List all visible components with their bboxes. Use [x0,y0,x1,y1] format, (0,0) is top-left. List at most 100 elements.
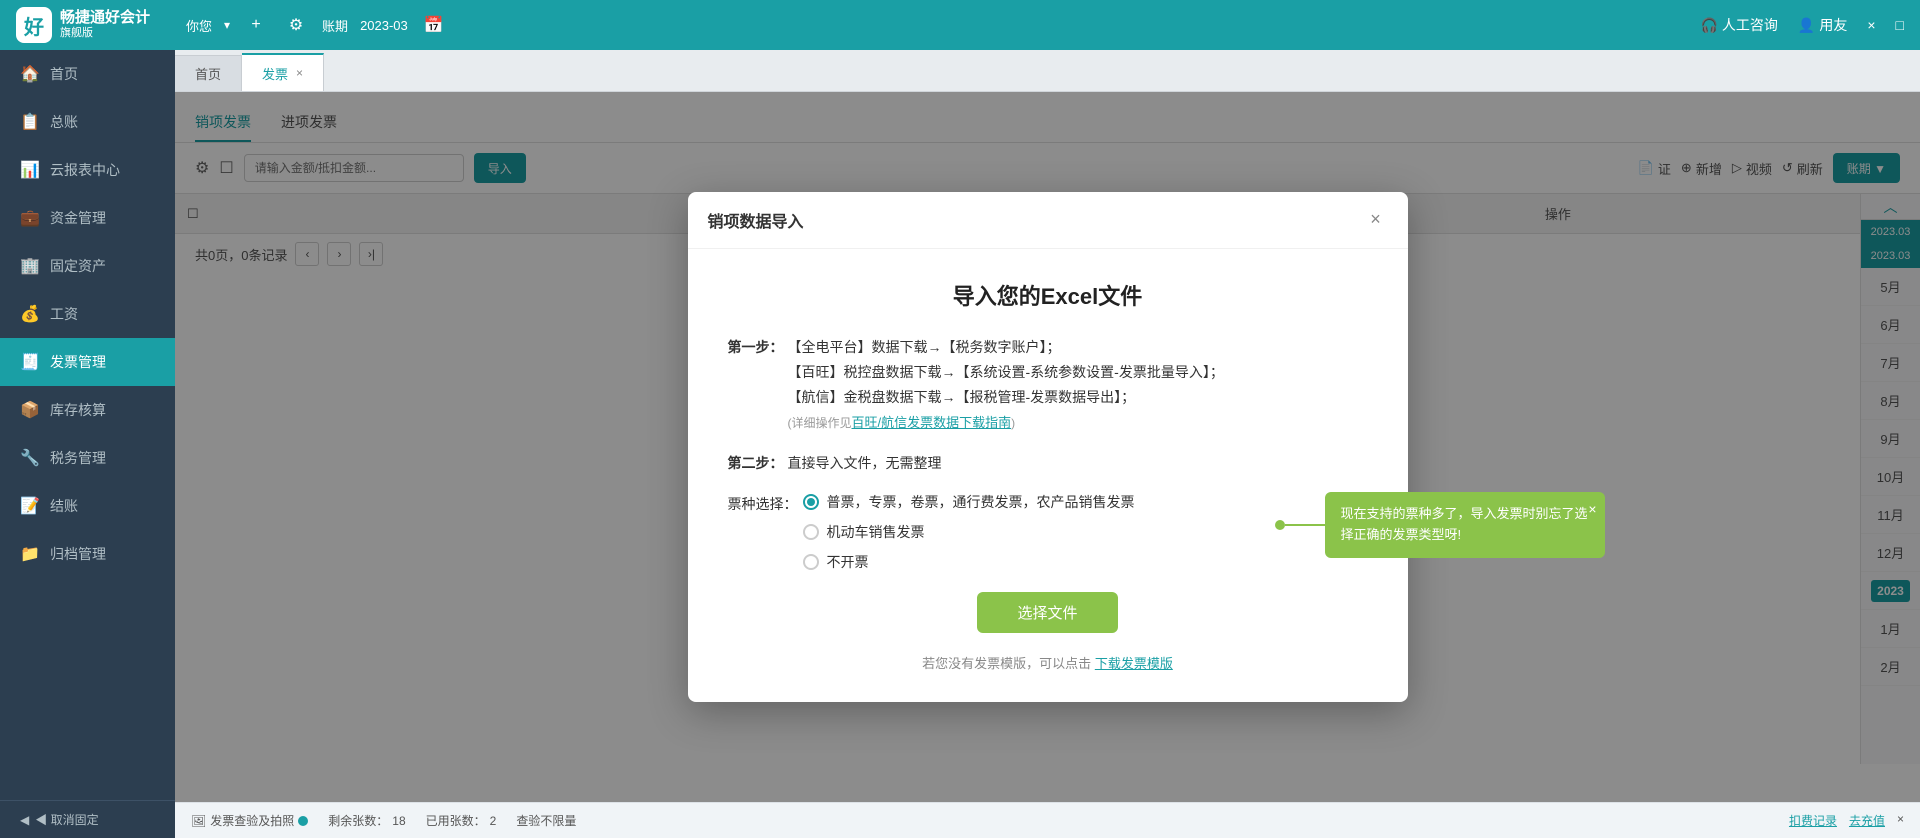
sidebar-item-salary[interactable]: 💰 工资 [0,290,175,338]
check-limit-label: 查验不限量 [516,812,576,829]
step1-line-3: 【航信】金税盘数据下载→【报税管理-发票数据导出】； [788,385,1368,410]
step1-line-1: 【全电平台】数据下载→【税务数字账户】； [788,335,1368,360]
bottom-bar-right: 扣费记录 去充值 × [1789,812,1904,829]
sidebar-item-tax[interactable]: 🔧 税务管理 [0,434,175,482]
bottom-close-icon[interactable]: × [1897,812,1904,829]
user-icon: 👤 [1798,17,1815,34]
radio-label-2: 机动车销售发票 [827,522,925,542]
invoice-check-icon: 🖼 [191,814,206,828]
step1-content: 【全电平台】数据下载→【税务数字账户】； 【百旺】税控盘数据下载→【系统设置-系… [788,335,1368,436]
remaining-value: 18 [392,814,405,828]
sidebar-item-fund[interactable]: 💼 资金管理 [0,194,175,242]
tax-icon: 🔧 [20,448,40,468]
home-icon: 🏠 [20,64,40,84]
calendar-icon[interactable]: 📅 [420,11,448,39]
radio-dot-1 [807,498,815,506]
modal-footer-note: 若您没有发票模版，可以点击 下载发票模版 [728,653,1368,672]
main-layout: 🏠 首页 📋 总账 📊 云报表中心 💼 资金管理 🏢 固定资产 💰 工资 [0,50,1920,838]
ledger-icon: 📋 [20,112,40,132]
sidebar-item-inventory[interactable]: 📦 库存核算 [0,386,175,434]
tab-home[interactable]: 首页 [175,55,242,91]
radio-item-1[interactable]: 普票，专票，卷票，通行费发票，农产品销售发票 [803,492,1135,512]
remaining-item: 剩余张数： 18 [328,812,405,829]
account-name: 你您 [186,16,212,35]
recharge-record-link[interactable]: 扣费记录 [1789,812,1837,829]
radio-item-2[interactable]: 机动车销售发票 × 现在支持的票种多了，导入发票时别忘了选择正确的发票类型呀! [803,522,1135,542]
sidebar-item-label: 资金管理 [50,208,106,228]
radio-section: 票种选择： 普票，专票，卷票，通行费发票，农产品销售发票 [728,492,1368,572]
sidebar-item-archive[interactable]: 📁 归档管理 [0,530,175,578]
bottom-bar: 🖼 发票查验及拍照 剩余张数： 18 已用张数： 2 查验不限量 扣费记录 去充… [175,802,1920,838]
sidebar-scroll: 🏠 首页 📋 总账 📊 云报表中心 💼 资金管理 🏢 固定资产 💰 工资 [0,50,175,800]
step2-text: 直接导入文件，无需整理 [788,451,1368,476]
add-button[interactable]: + [242,11,270,39]
topup-link[interactable]: 去充值 [1849,812,1885,829]
used-item: 已用张数： 2 [426,812,497,829]
asset-icon: 🏢 [20,256,40,276]
window-close-button[interactable]: × [1867,17,1875,33]
invoice-check-label: 发票查验及拍照 [210,812,294,829]
download-template-link[interactable]: 下载发票模版 [1095,656,1173,671]
topbar-right: 🎧 人工咨询 👤 用友 × □ [1700,15,1904,35]
tab-close-icon[interactable]: × [296,66,303,80]
modal-close-button[interactable]: × [1364,208,1388,232]
sidebar-item-label: 税务管理 [50,448,106,468]
invoice-check-item: 🖼 发票查验及拍照 [191,812,308,829]
period-label: 账期 [322,16,348,35]
radio-circle-3 [803,554,819,570]
sidebar-item-label: 结账 [50,496,78,516]
headphone-icon: 🎧 [1700,17,1717,34]
page-content: 销项发票 进项发票 ⚙ ☐ 导入 📄 证 [175,92,1920,802]
report-icon: 📊 [20,160,40,180]
radio-item-3[interactable]: 不开票 [803,552,1135,572]
tooltip-dot [1275,520,1285,530]
tooltip-bubble: × 现在支持的票种多了，导入发票时别忘了选择正确的发票类型呀! [1325,492,1605,558]
sidebar-item-home[interactable]: 🏠 首页 [0,50,175,98]
sidebar-item-label: 工资 [50,304,78,324]
modal-title: 销项数据导入 [708,208,804,232]
sidebar: 🏠 首页 📋 总账 📊 云报表中心 💼 资金管理 🏢 固定资产 💰 工资 [0,50,175,838]
step1-note: (详细操作见百旺/航信发票数据下载指南) [788,410,1368,435]
tooltip-close-button[interactable]: × [1588,498,1596,520]
tab-bar: 首页 发票 × [175,50,1920,92]
sidebar-item-invoice[interactable]: 🧾 发票管理 [0,338,175,386]
inventory-icon: 📦 [20,400,40,420]
sidebar-item-ledger[interactable]: 📋 总账 [0,98,175,146]
radio-group: 普票，专票，卷票，通行费发票，农产品销售发票 机动车销售发票 [803,492,1135,572]
sidebar-item-settle[interactable]: 📝 结账 [0,482,175,530]
radio-label-3: 不开票 [827,552,869,572]
sidebar-item-asset[interactable]: 🏢 固定资产 [0,242,175,290]
tab-invoice[interactable]: 发票 × [242,53,324,91]
radio-label-1: 普票，专票，卷票，通行费发票，农产品销售发票 [827,492,1135,512]
sidebar-item-label: 云报表中心 [50,160,120,180]
modal-overlay: 销项数据导入 × 导入您的Excel文件 第一步： 【全电平台】数据下载→【税务… [175,92,1920,802]
settings-icon[interactable]: ⚙ [282,11,310,39]
window-maximize-button[interactable]: □ [1896,17,1904,33]
collapse-icon: ◀ [20,813,29,827]
maximize-icon: □ [1896,17,1904,33]
account-chevron-icon[interactable]: ▾ [224,18,230,32]
user-button[interactable]: 👤 用友 [1798,15,1847,35]
sidebar-item-label: 首页 [50,64,78,84]
settle-icon: 📝 [20,496,40,516]
fund-icon: 💼 [20,208,40,228]
consulting-button[interactable]: 🎧 人工咨询 [1700,15,1777,35]
sidebar-item-label: 固定资产 [50,256,106,276]
consulting-label: 人工咨询 [1722,15,1778,35]
modal-main-title: 导入您的Excel文件 [728,279,1368,311]
tooltip-text: 现在支持的票种多了，导入发票时别忘了选择正确的发票类型呀! [1341,506,1588,542]
modal-body: 导入您的Excel文件 第一步： 【全电平台】数据下载→【税务数字账户】； 【百… [688,249,1408,703]
tab-invoice-label: 发票 [262,64,288,83]
sidebar-collapse-button[interactable]: ◀ ◀ 取消固定 [0,800,175,838]
invoice-icon: 🧾 [20,352,40,372]
footer-note-text: 若您没有发票模版，可以点击 [922,656,1091,671]
main-content: 首页 发票 × 销项发票 进项发票 ⚙ ☐ [175,50,1920,838]
used-value: 2 [490,814,497,828]
sidebar-item-report[interactable]: 📊 云报表中心 [0,146,175,194]
close-icon: × [1867,17,1875,33]
period-value: 2023-03 [360,18,408,33]
tab-home-label: 首页 [195,64,221,83]
step1-link[interactable]: 百旺/航信发票数据下载指南 [852,415,1012,430]
step1-line-2: 【百旺】税控盘数据下载→【系统设置-系统参数设置-发票批量导入】； [788,360,1368,385]
select-file-button[interactable]: 选择文件 [977,592,1117,633]
